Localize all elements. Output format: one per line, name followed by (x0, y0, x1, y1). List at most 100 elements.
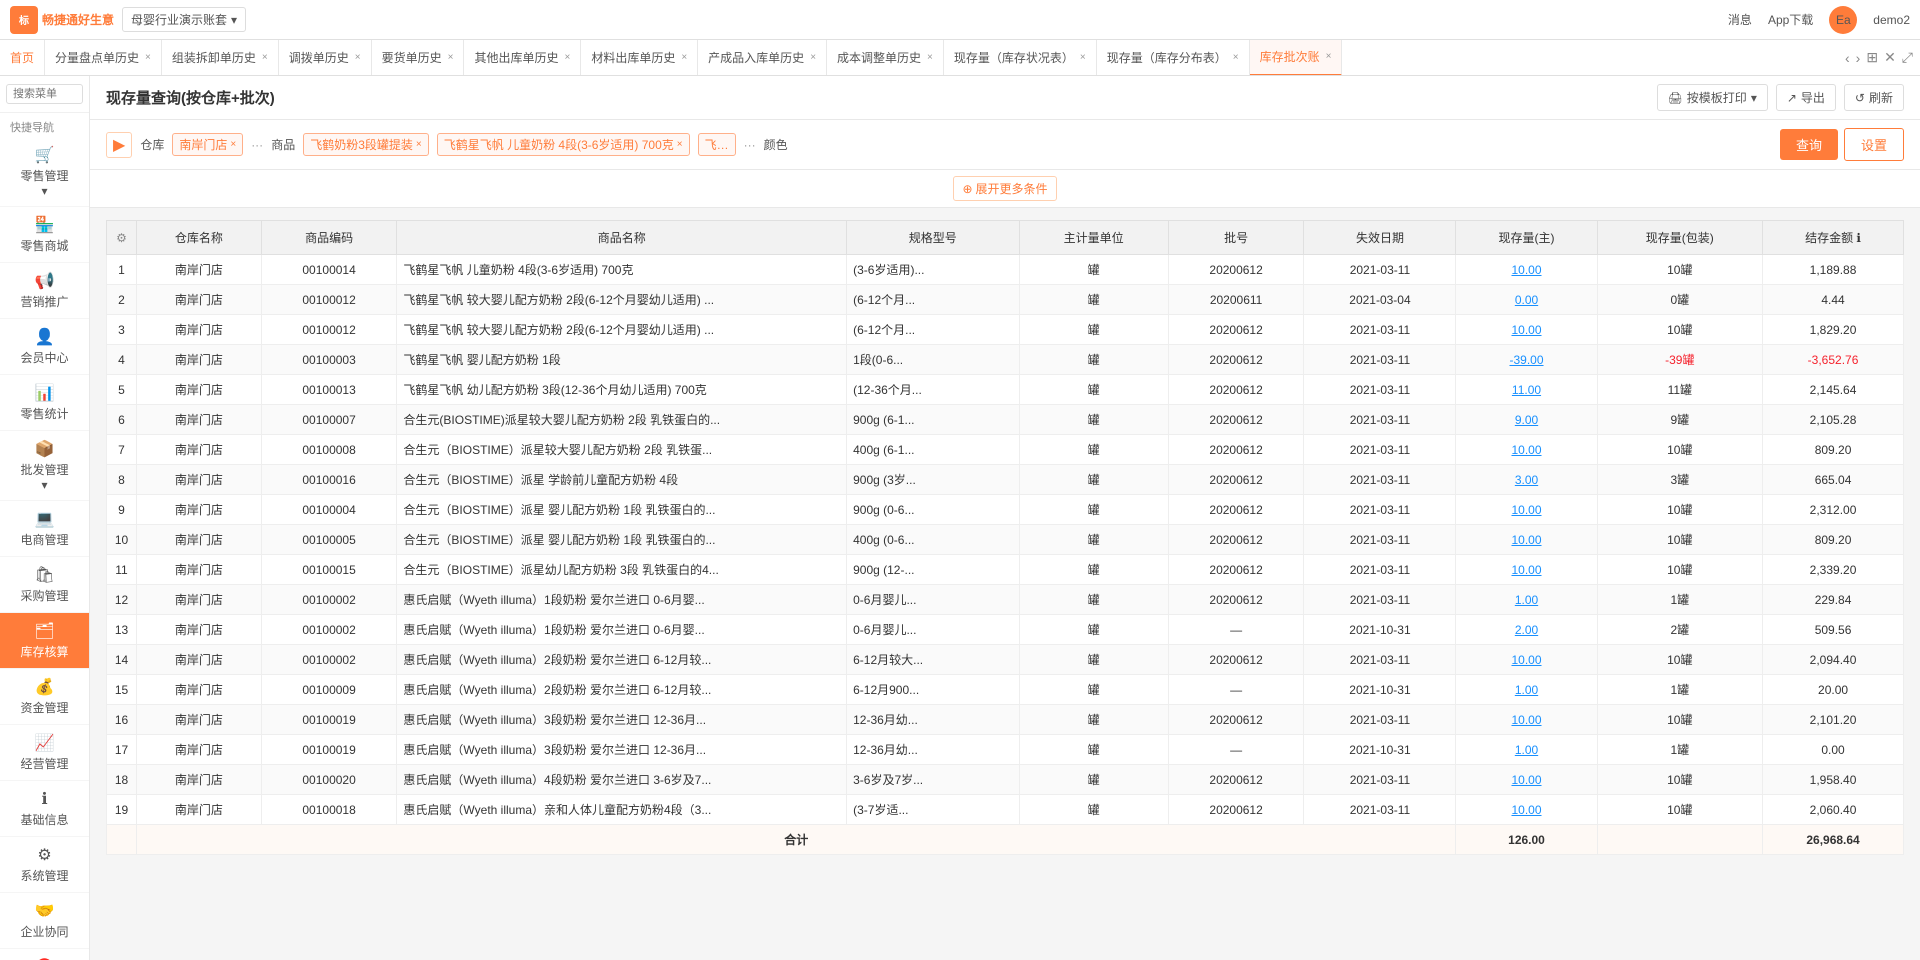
cell-amount: 1,958.40 (1763, 765, 1904, 795)
cell-amount: 1,829.20 (1763, 315, 1904, 345)
product-tag-2-close[interactable]: × (677, 139, 683, 150)
tab-stock-dist[interactable]: 现存量（库存分布表） × (1097, 40, 1250, 76)
cell-unit: 罐 (1019, 705, 1168, 735)
sidebar-item-inventory[interactable]: 🗂 库存核算 (0, 613, 89, 669)
tab-nav-prev[interactable]: ‹ (1842, 50, 1853, 66)
cell-qty-main[interactable]: 1.00 (1456, 585, 1597, 615)
cell-qty-main[interactable]: -39.00 (1456, 345, 1597, 375)
tab-stock-dist-close[interactable]: × (1233, 52, 1239, 63)
product-tag-1-close[interactable]: × (416, 139, 422, 150)
cell-qty-main[interactable]: 3.00 (1456, 465, 1597, 495)
cell-qty-main[interactable]: 9.00 (1456, 405, 1597, 435)
col-gear[interactable]: ⚙ (107, 221, 137, 255)
filter-arrow-btn[interactable]: ▶ (106, 132, 132, 158)
cell-qty-main[interactable]: 10.00 (1456, 795, 1597, 825)
cell-name: 飞鹤星飞帆 较大婴儿配方奶粉 2段(6-12个月婴幼儿适用) ... (397, 285, 847, 315)
tab-close-all[interactable]: ✕ (1881, 49, 1899, 66)
cell-qty-main[interactable]: 10.00 (1456, 645, 1597, 675)
sidebar-item-purchase[interactable]: 🛍 采购管理 (0, 557, 89, 613)
cell-qty-main[interactable]: 10.00 (1456, 315, 1597, 345)
print-button[interactable]: 🖨 按模板打印 ▾ (1657, 84, 1768, 111)
topbar-right: 消息 App下载 Ea demo2 (1728, 6, 1910, 34)
search-input[interactable] (6, 84, 83, 104)
tab-stock-batch[interactable]: 库存批次账 × (1250, 40, 1343, 76)
sidebar-item-ecommerce[interactable]: 💻 电商管理 (0, 501, 89, 557)
cell-spec: 0-6月婴儿... (847, 585, 1019, 615)
cell-qty-main[interactable]: 10.00 (1456, 495, 1597, 525)
settings-button[interactable]: 设置 (1844, 128, 1904, 161)
sidebar-item-basic[interactable]: ℹ 基础信息 (0, 781, 89, 837)
cell-qty-main[interactable]: 10.00 (1456, 765, 1597, 795)
footer-empty2 (1597, 825, 1763, 855)
tab-other-out[interactable]: 其他出库单历史 × (464, 40, 581, 76)
sidebar-item-marketing[interactable]: 📢 营销推广 (0, 263, 89, 319)
sidebar-item-members[interactable]: 👤 会员中心 (0, 319, 89, 375)
cell-qty-main[interactable]: 10.00 (1456, 435, 1597, 465)
query-button[interactable]: 查询 (1780, 129, 1838, 160)
product-more-btn[interactable]: ··· (744, 138, 756, 152)
tab-nav-next[interactable]: › (1853, 50, 1864, 66)
tab-require-goods-close[interactable]: × (448, 52, 454, 63)
tab-stock-status-close[interactable]: × (1080, 52, 1086, 63)
cell-qty-main[interactable]: 1.00 (1456, 735, 1597, 765)
sidebar-item-retail[interactable]: 🛒 零售管理 ▾ (0, 137, 89, 207)
cell-qty-main[interactable]: 2.00 (1456, 615, 1597, 645)
cell-qty-main[interactable]: 1.00 (1456, 675, 1597, 705)
sidebar-item-retail-stats[interactable]: 📊 零售统计 (0, 375, 89, 431)
app-download-link[interactable]: App下载 (1768, 11, 1813, 28)
cell-batch: 20200612 (1168, 315, 1304, 345)
gear-icon[interactable]: ⚙ (116, 231, 127, 245)
sidebar-item-finance[interactable]: 💰 资金管理 (0, 669, 89, 725)
cell-qty-main[interactable]: 10.00 (1456, 705, 1597, 735)
tab-material-out[interactable]: 材料出库单历史 × (581, 40, 698, 76)
tab-cost-adjust-close[interactable]: × (927, 52, 933, 63)
tab-split-inventory[interactable]: 分量盘点单历史 × (45, 40, 162, 76)
tab-other-out-close[interactable]: × (564, 52, 570, 63)
tab-query[interactable]: 调拨单历史 × (279, 40, 372, 76)
cell-qty-main[interactable]: 10.00 (1456, 555, 1597, 585)
sidebar-item-system[interactable]: ⚙ 系统管理 (0, 837, 89, 893)
product-tag-1[interactable]: 飞鹤奶粉3段罐提装 × (303, 133, 429, 156)
tab-product-in[interactable]: 产成品入库单历史 × (698, 40, 827, 76)
warehouse-more-btn[interactable]: ··· (251, 138, 263, 152)
tab-query-close[interactable]: × (355, 52, 361, 63)
username[interactable]: demo2 (1873, 13, 1910, 27)
tab-split-inventory-close[interactable]: × (145, 52, 151, 63)
org-selector[interactable]: 母婴行业演示账套 ▾ (122, 7, 246, 32)
warehouse-tag-close[interactable]: × (230, 139, 236, 150)
warehouse-tag-nanao[interactable]: 南岸门店 × (172, 133, 243, 156)
tab-require-goods[interactable]: 要货单历史 × (372, 40, 465, 76)
tab-maximize[interactable]: ⤢ (1899, 49, 1916, 66)
sidebar-item-enterprise[interactable]: 🤝 企业协同 (0, 893, 89, 949)
export-button[interactable]: ↗ 导出 (1776, 84, 1836, 111)
tab-material-out-close[interactable]: × (681, 52, 687, 63)
tab-cost-adjust[interactable]: 成本调整单历史 × (827, 40, 944, 76)
product-tag-2[interactable]: 飞鹤星飞帆 儿童奶粉 4段(3-6岁适用) 700克 × (437, 133, 690, 156)
tab-stock-batch-close[interactable]: × (1326, 51, 1332, 62)
product-tag-more[interactable]: 飞… (698, 133, 736, 156)
cell-qty-main[interactable]: 11.00 (1456, 375, 1597, 405)
sidebar-item-new-guide[interactable]: 🎯 新手引导 (0, 949, 89, 960)
cell-name: 飞鹤星飞帆 婴儿配方奶粉 1段 (397, 345, 847, 375)
tab-stock-status[interactable]: 现存量（库存状况表） × (944, 40, 1097, 76)
tab-disassemble-close[interactable]: × (262, 52, 268, 63)
cell-batch: — (1168, 615, 1304, 645)
sidebar-item-retail-shop[interactable]: 🏪 零售商城 (0, 207, 89, 263)
cell-qty-main[interactable]: 10.00 (1456, 255, 1597, 285)
sidebar-item-operations[interactable]: 📈 经营管理 (0, 725, 89, 781)
tab-disassemble[interactable]: 组装拆卸单历史 × (162, 40, 279, 76)
cell-qty-main[interactable]: 0.00 (1456, 285, 1597, 315)
tab-product-in-close[interactable]: × (810, 52, 816, 63)
sidebar-item-wholesale[interactable]: 📦 批发管理 ▾ (0, 431, 89, 501)
cell-code: 00100012 (261, 285, 397, 315)
user-avatar[interactable]: Ea (1829, 6, 1857, 34)
cell-amount: 509.56 (1763, 615, 1904, 645)
expand-conditions-button[interactable]: ⊕ 展开更多条件 (953, 176, 1056, 201)
cell-unit: 罐 (1019, 465, 1168, 495)
tab-nav-more[interactable]: ⊞ (1863, 49, 1881, 66)
refresh-button[interactable]: ↺ 刷新 (1844, 84, 1904, 111)
basic-icon: ℹ (41, 789, 47, 809)
tab-home[interactable]: 首页 (0, 40, 45, 76)
cell-qty-main[interactable]: 10.00 (1456, 525, 1597, 555)
messages-link[interactable]: 消息 (1728, 11, 1752, 28)
